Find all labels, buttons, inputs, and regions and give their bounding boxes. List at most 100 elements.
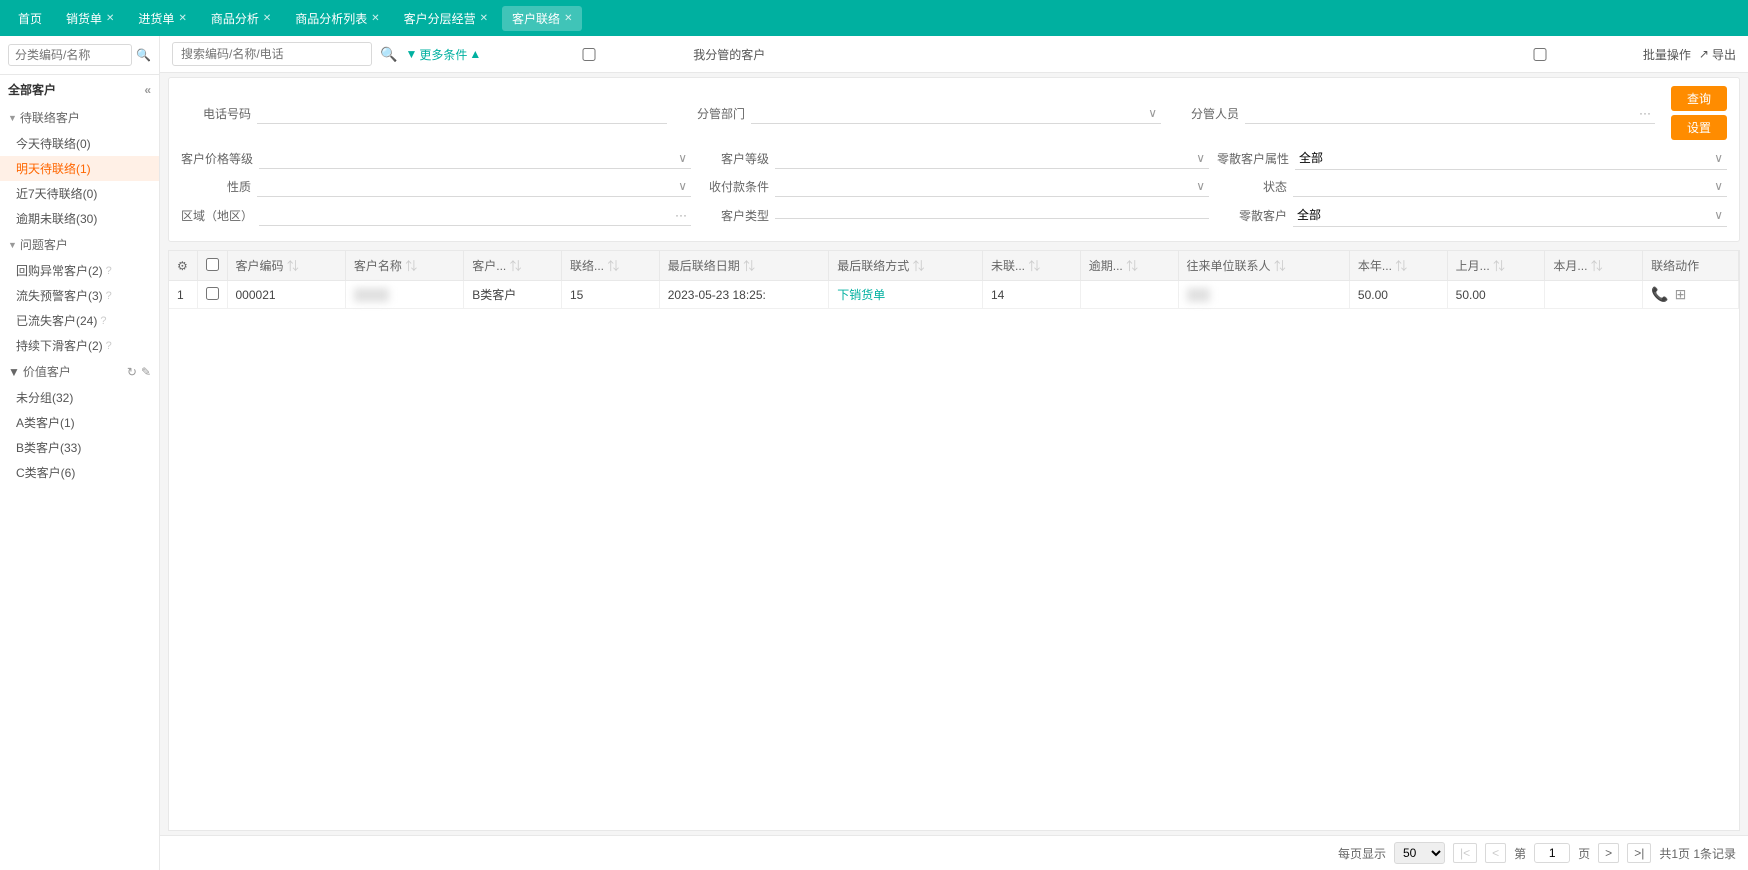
- payment-select[interactable]: ∨: [775, 176, 1209, 197]
- select-all-checkbox[interactable]: [206, 258, 219, 271]
- col-last-month[interactable]: 上月... ⇅: [1447, 251, 1545, 281]
- batch-ops-button[interactable]: 批量操作: [1440, 46, 1691, 63]
- status-select[interactable]: ∨: [1293, 176, 1727, 197]
- sidebar-search-icon[interactable]: 🔍: [136, 48, 151, 62]
- nav-customer-contact[interactable]: 客户联络 ✕: [502, 6, 582, 31]
- dept-select[interactable]: ∨: [751, 103, 1161, 124]
- sidebar-item-today[interactable]: 今天待联络(0): [0, 131, 159, 156]
- sidebar-item-a-class[interactable]: A类客户(1): [0, 410, 159, 435]
- prev-page-button[interactable]: <: [1485, 843, 1506, 863]
- close-icon[interactable]: ✕: [371, 13, 379, 24]
- sidebar-item-lost[interactable]: 已流失客户(24) ?: [0, 308, 159, 333]
- sidebar-search-input[interactable]: [8, 44, 132, 66]
- filter-cell-phone: 电话号码: [181, 103, 667, 124]
- sidebar-item-b-class[interactable]: B类客户(33): [0, 435, 159, 460]
- chevron-down-icon: ∨: [678, 151, 687, 165]
- sidebar-item-ungrouped[interactable]: 未分组(32): [0, 385, 159, 410]
- close-icon[interactable]: ✕: [178, 13, 186, 24]
- next-page-button[interactable]: >: [1598, 843, 1619, 863]
- chevron-down-icon: ∨: [1714, 208, 1723, 222]
- col-last-method[interactable]: 最后联络方式 ⇅: [829, 251, 983, 281]
- last-page-button[interactable]: >|: [1627, 843, 1651, 863]
- col-overdue[interactable]: 逾期... ⇅: [1080, 251, 1178, 281]
- table-header-row: ⚙ 客户编码 ⇅ 客户名称 ⇅ 客户... ⇅ 联络... ⇅ 最后联络日期 ⇅…: [169, 251, 1739, 281]
- per-page-select[interactable]: 10 20 50 100: [1394, 842, 1445, 864]
- nav-product-analysis[interactable]: 商品分析 ✕: [201, 6, 281, 31]
- filter-cell-nature: 性质 ∨: [181, 176, 691, 197]
- close-icon[interactable]: ✕: [263, 13, 271, 24]
- page-input[interactable]: [1534, 843, 1570, 863]
- sidebar-item-c-class[interactable]: C类客户(6): [0, 460, 159, 485]
- ellipsis-icon: ···: [1639, 106, 1651, 120]
- col-this-year[interactable]: 本年... ⇅: [1349, 251, 1447, 281]
- filter-cell-customer-level: 客户等级 ∨: [699, 148, 1209, 169]
- search-input[interactable]: [172, 42, 372, 66]
- more-conditions-button[interactable]: ▼ 更多条件 ▲: [405, 46, 481, 63]
- search-button[interactable]: 🔍: [380, 46, 397, 63]
- filter-cell-customer-type: 客户类型: [699, 207, 1209, 224]
- first-page-button[interactable]: |<: [1453, 843, 1477, 863]
- col-this-month[interactable]: 本月... ⇅: [1545, 251, 1643, 281]
- filter-row-4: 区域（地区） ··· 客户类型 零散客户 全部 ∨: [181, 203, 1727, 227]
- sort-icon: ⇅: [1493, 259, 1505, 273]
- row-unit-contact: [1178, 281, 1349, 309]
- retail-customer-select[interactable]: 全部 ∨: [1293, 203, 1727, 227]
- grid-action-icon[interactable]: ⊞: [1675, 286, 1687, 303]
- phone-input[interactable]: [257, 103, 667, 124]
- sidebar-item-7days[interactable]: 近7天待联络(0): [0, 181, 159, 206]
- row-checkbox[interactable]: [197, 281, 227, 309]
- row-this-year: 50.00: [1349, 281, 1447, 309]
- chevron-down-icon: ∨: [1714, 179, 1723, 193]
- sort-icon: ⇅: [405, 259, 417, 273]
- customer-level-select[interactable]: ∨: [775, 148, 1209, 169]
- query-button[interactable]: 查询: [1671, 86, 1727, 111]
- chevron-down-icon: ∨: [1196, 179, 1205, 193]
- data-table-container: ⚙ 客户编码 ⇅ 客户名称 ⇅ 客户... ⇅ 联络... ⇅ 最后联络日期 ⇅…: [168, 250, 1740, 831]
- row-last-date: 2023-05-23 18:25:: [659, 281, 829, 309]
- set-button[interactable]: 设置: [1671, 115, 1727, 140]
- col-type[interactable]: 客户... ⇅: [464, 251, 562, 281]
- col-not-contacted[interactable]: 未联... ⇅: [983, 251, 1081, 281]
- col-checkbox: [197, 251, 227, 281]
- price-level-select[interactable]: ∨: [259, 148, 691, 169]
- phone-action-icon[interactable]: 📞: [1651, 286, 1668, 303]
- sidebar-item-overdue[interactable]: 逾期未联络(30): [0, 206, 159, 231]
- col-contacts[interactable]: 联络... ⇅: [562, 251, 660, 281]
- my-customers-check[interactable]: [489, 48, 689, 61]
- edit-icon[interactable]: ✎: [141, 365, 151, 379]
- top-nav: 首页 销货单 ✕ 进货单 ✕ 商品分析 ✕ 商品分析列表 ✕ 客户分层经营 ✕ …: [0, 0, 1748, 36]
- help-icon: ?: [106, 265, 112, 277]
- retail-attr-select[interactable]: 全部 ∨: [1295, 146, 1727, 170]
- export-icon: ↗: [1699, 47, 1709, 61]
- customer-type-select[interactable]: [775, 212, 1209, 219]
- export-button[interactable]: ↗ 导出: [1699, 46, 1736, 63]
- close-icon[interactable]: ✕: [480, 13, 488, 24]
- sidebar-group-problem: 问题客户: [0, 231, 159, 258]
- nav-product-analysis-list[interactable]: 商品分析列表 ✕: [285, 6, 389, 31]
- sidebar-item-loss-warning[interactable]: 流失预警客户(3) ?: [0, 283, 159, 308]
- col-unit-contact[interactable]: 往来单位联系人 ⇅: [1178, 251, 1349, 281]
- batch-ops-check[interactable]: [1440, 48, 1640, 61]
- sidebar-item-declining[interactable]: 持续下滑客户(2) ?: [0, 333, 159, 358]
- nav-customer-tier[interactable]: 客户分层经营 ✕: [394, 6, 498, 31]
- my-customers-checkbox[interactable]: 我分管的客户: [489, 46, 765, 63]
- region-select[interactable]: ···: [259, 205, 691, 226]
- sort-icon: ⇅: [1274, 259, 1286, 273]
- nav-purchase-order[interactable]: 进货单 ✕: [128, 6, 196, 31]
- sidebar-item-repurchase-anomaly[interactable]: 回购异常客户(2) ?: [0, 258, 159, 283]
- col-last-date[interactable]: 最后联络日期 ⇅: [659, 251, 829, 281]
- col-name[interactable]: 客户名称 ⇅: [345, 251, 463, 281]
- sidebar-item-tomorrow[interactable]: 明天待联络(1): [0, 156, 159, 181]
- refresh-icon[interactable]: ↻: [127, 365, 137, 379]
- row-type: B类客户: [464, 281, 562, 309]
- sort-icon: ⇅: [287, 259, 299, 273]
- pagination-bar: 每页显示 10 20 50 100 |< < 第 页 > >| 共1页 1条记录: [160, 835, 1748, 870]
- nature-select[interactable]: ∨: [257, 176, 691, 197]
- close-icon[interactable]: ✕: [564, 13, 572, 24]
- manager-select[interactable]: ···: [1245, 103, 1655, 124]
- close-icon[interactable]: ✕: [106, 13, 114, 24]
- nav-sales-order[interactable]: 销货单 ✕: [56, 6, 124, 31]
- nav-home[interactable]: 首页: [8, 6, 52, 31]
- collapse-icon[interactable]: «: [144, 83, 151, 97]
- col-code[interactable]: 客户编码 ⇅: [227, 251, 345, 281]
